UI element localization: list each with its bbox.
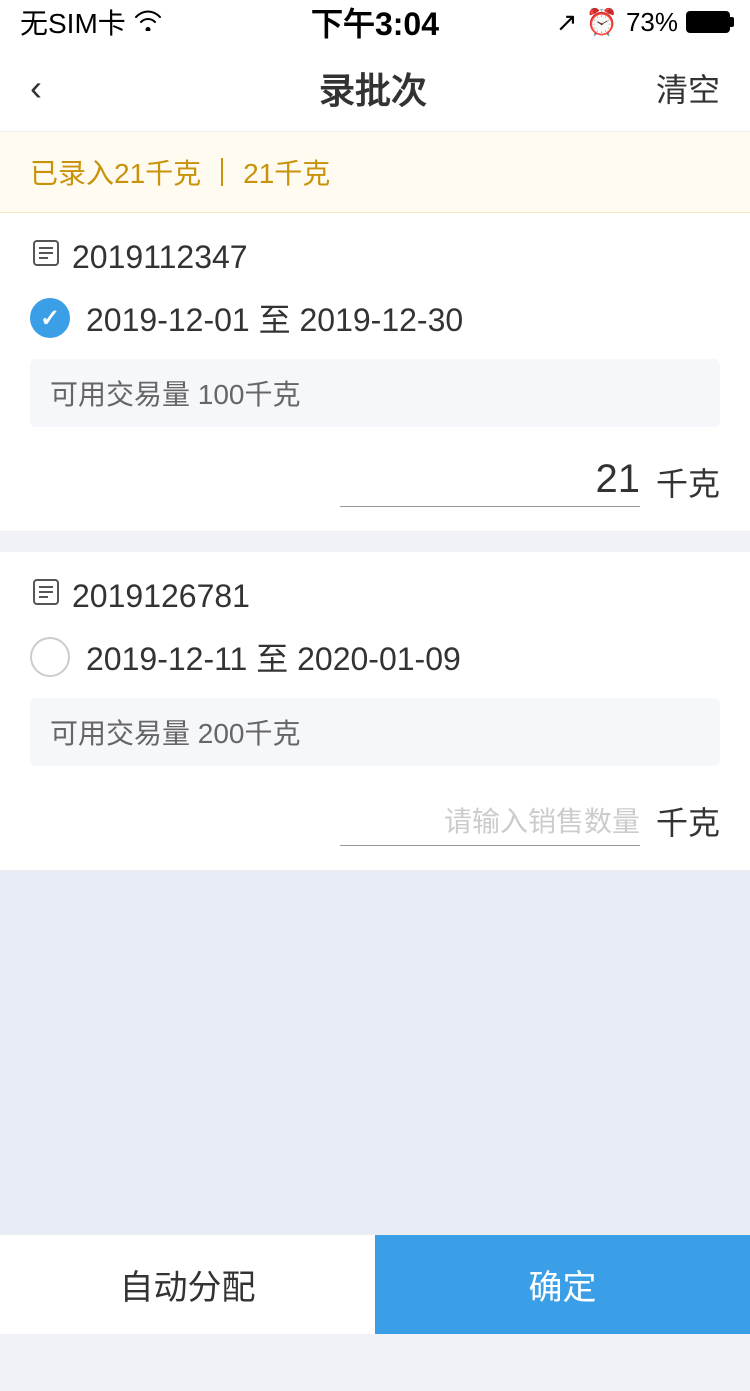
back-button[interactable]: ‹ xyxy=(30,67,90,109)
qty-underline-2 xyxy=(340,796,640,846)
batch-date-1: 2019-12-01 至 2019-12-30 xyxy=(86,295,463,341)
batch-icon-2 xyxy=(30,576,62,616)
batch-header-2: 2019126781 xyxy=(0,552,750,626)
batch-id-1: 2019112347 xyxy=(72,239,248,276)
radio-button-1[interactable] xyxy=(30,298,70,338)
status-bar: 无SIM卡 下午3:04 ↗ ⏰ 73% xyxy=(0,0,750,44)
empty-space xyxy=(0,871,750,1291)
content-area: 2019112347 2019-12-01 至 2019-12-30 可用交易量… xyxy=(0,213,750,1391)
qty-underline-1 xyxy=(340,457,640,507)
info-divider xyxy=(221,158,223,186)
clear-button[interactable]: 清空 xyxy=(656,65,720,111)
wifi-icon xyxy=(134,6,162,38)
qty-input-row-2: 千克 xyxy=(0,782,750,871)
nav-bar: ‹ 录批次 清空 xyxy=(0,44,750,132)
qty-unit-1: 千克 xyxy=(656,459,720,505)
status-right: ↗ ⏰ 73% xyxy=(556,7,730,38)
auto-distribute-button[interactable]: 自动分配 xyxy=(0,1235,375,1334)
location-icon: ↗ xyxy=(556,7,578,38)
carrier-text: 无SIM卡 xyxy=(20,2,126,42)
recorded-label: 已录入21千克 xyxy=(30,152,201,192)
info-banner: 已录入21千克 21千克 xyxy=(0,132,750,213)
radio-button-2[interactable] xyxy=(30,637,70,677)
batch-date-row-1[interactable]: 2019-12-01 至 2019-12-30 xyxy=(0,287,750,349)
page-title: 录批次 xyxy=(319,62,427,114)
bottom-buttons: 自动分配 确定 xyxy=(0,1234,750,1334)
section-separator xyxy=(0,532,750,552)
batch-icon-1 xyxy=(30,237,62,277)
confirm-button[interactable]: 确定 xyxy=(375,1235,750,1334)
battery-icon xyxy=(686,11,730,33)
batch-date-2: 2019-12-11 至 2020-01-09 xyxy=(86,634,461,680)
batch-card-2: 2019126781 2019-12-11 至 2020-01-09 可用交易量… xyxy=(0,552,750,871)
qty-input-1[interactable] xyxy=(440,457,640,502)
status-time: 下午3:04 xyxy=(311,0,439,45)
avail-qty-1: 可用交易量 100千克 xyxy=(30,359,720,427)
batch-date-row-2[interactable]: 2019-12-11 至 2020-01-09 xyxy=(0,626,750,688)
qty-input-row-1: 千克 xyxy=(0,443,750,532)
alarm-icon: ⏰ xyxy=(586,7,618,38)
status-left: 无SIM卡 xyxy=(20,2,162,42)
qty-unit-2: 千克 xyxy=(656,798,720,844)
qty-input-2[interactable] xyxy=(440,796,640,841)
batch-card-1: 2019112347 2019-12-01 至 2019-12-30 可用交易量… xyxy=(0,213,750,532)
batch-header-1: 2019112347 xyxy=(0,213,750,287)
recorded-value: 21千克 xyxy=(243,152,330,192)
battery-text: 73% xyxy=(626,7,678,38)
avail-qty-2: 可用交易量 200千克 xyxy=(30,698,720,766)
batch-id-2: 2019126781 xyxy=(72,578,250,615)
